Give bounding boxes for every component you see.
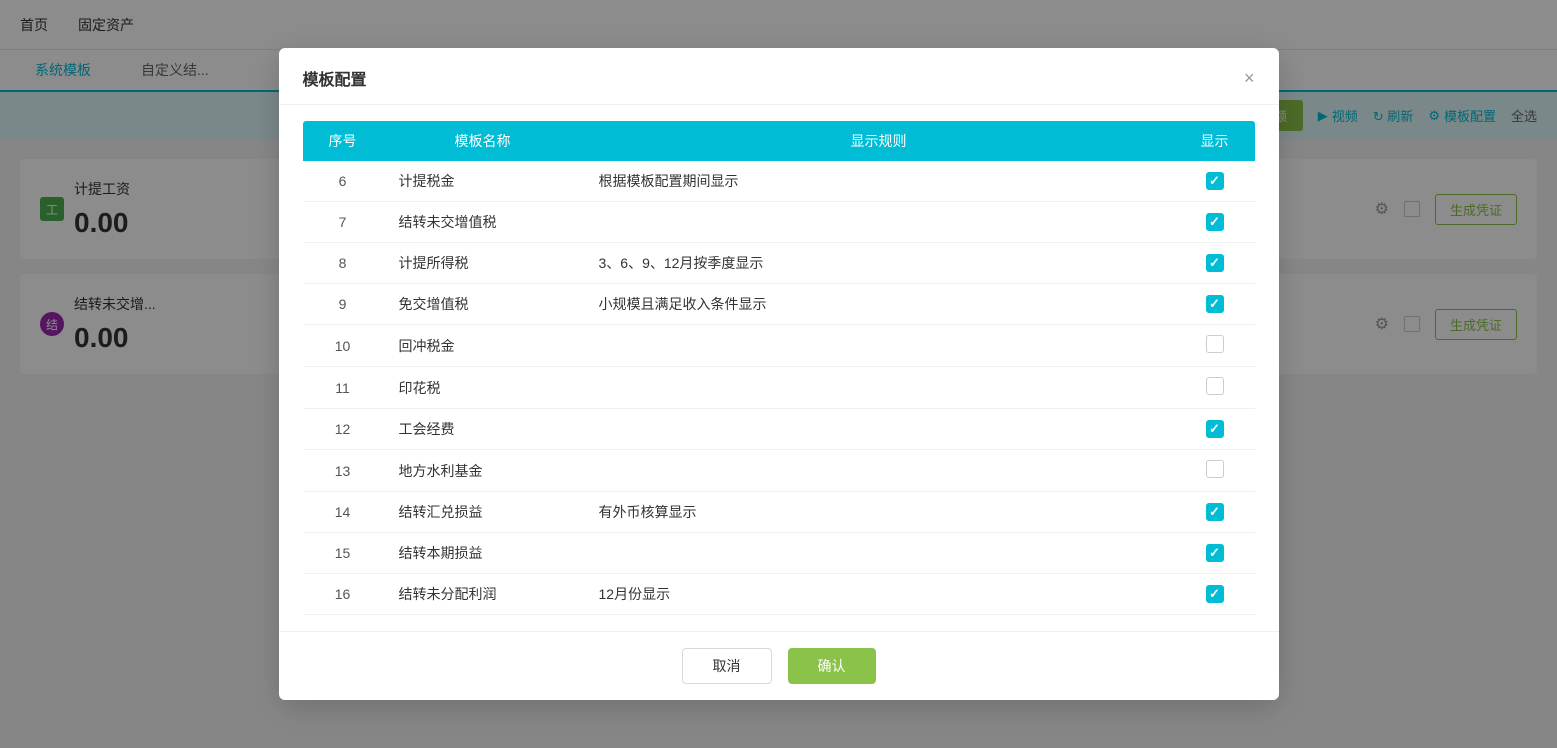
cell-index: 6 — [303, 161, 383, 202]
modal-title: 模板配置 — [303, 66, 367, 90]
checkbox-unchecked[interactable] — [1206, 377, 1224, 395]
checkbox-checked[interactable] — [1206, 544, 1224, 562]
cell-name: 工会经费 — [383, 409, 583, 450]
cell-index: 13 — [303, 450, 383, 492]
table-row: 10回冲税金 — [303, 325, 1255, 367]
cell-name: 地方水利基金 — [383, 450, 583, 492]
cell-index: 11 — [303, 367, 383, 409]
confirm-button[interactable]: 确认 — [788, 648, 876, 684]
modal-close-button[interactable]: × — [1244, 69, 1255, 87]
cell-name: 免交增值税 — [383, 284, 583, 325]
cell-rule — [583, 409, 1175, 450]
cell-rule — [583, 202, 1175, 243]
checkbox-checked[interactable] — [1206, 420, 1224, 438]
table-row: 12工会经费 — [303, 409, 1255, 450]
checkbox-checked[interactable] — [1206, 295, 1224, 313]
col-header-display: 显示 — [1175, 121, 1255, 161]
cell-checkbox[interactable] — [1175, 450, 1255, 492]
cell-rule — [583, 367, 1175, 409]
cell-index: 8 — [303, 243, 383, 284]
cell-checkbox[interactable] — [1175, 574, 1255, 615]
table-row: 14结转汇兑损益有外币核算显示 — [303, 492, 1255, 533]
table-row: 13地方水利基金 — [303, 450, 1255, 492]
cell-name: 计提税金 — [383, 161, 583, 202]
cell-name: 回冲税金 — [383, 325, 583, 367]
cell-checkbox[interactable] — [1175, 367, 1255, 409]
cell-checkbox[interactable] — [1175, 243, 1255, 284]
cell-index: 14 — [303, 492, 383, 533]
table-header: 序号 模板名称 显示规则 显示 — [303, 121, 1255, 161]
cell-name: 结转本期损益 — [383, 533, 583, 574]
cell-rule — [583, 325, 1175, 367]
cell-rule: 12月份显示 — [583, 574, 1175, 615]
modal-header: 模板配置 × — [279, 48, 1279, 105]
table-row: 11印花税 — [303, 367, 1255, 409]
modal-footer: 取消 确认 — [279, 631, 1279, 700]
cell-rule: 小规模且满足收入条件显示 — [583, 284, 1175, 325]
cell-checkbox[interactable] — [1175, 533, 1255, 574]
table-row: 16结转未分配利润12月份显示 — [303, 574, 1255, 615]
table-row: 6计提税金根据模板配置期间显示 — [303, 161, 1255, 202]
table-row: 7结转未交增值税 — [303, 202, 1255, 243]
checkbox-checked[interactable] — [1206, 585, 1224, 603]
cell-rule: 3、6、9、12月按季度显示 — [583, 243, 1175, 284]
cell-name: 结转未交增值税 — [383, 202, 583, 243]
cancel-button[interactable]: 取消 — [682, 648, 772, 684]
checkbox-checked[interactable] — [1206, 213, 1224, 231]
cell-checkbox[interactable] — [1175, 161, 1255, 202]
cell-name: 计提所得税 — [383, 243, 583, 284]
modal-body: 序号 模板名称 显示规则 显示 6计提税金根据模板配置期间显示7结转未交增值税8… — [279, 105, 1279, 631]
table-row: 9免交增值税小规模且满足收入条件显示 — [303, 284, 1255, 325]
cell-index: 12 — [303, 409, 383, 450]
cell-name: 结转汇兑损益 — [383, 492, 583, 533]
checkbox-checked[interactable] — [1206, 503, 1224, 521]
cell-name: 印花税 — [383, 367, 583, 409]
col-header-index: 序号 — [303, 121, 383, 161]
checkbox-unchecked[interactable] — [1206, 460, 1224, 478]
checkbox-checked[interactable] — [1206, 254, 1224, 272]
cell-rule: 有外币核算显示 — [583, 492, 1175, 533]
cell-rule — [583, 533, 1175, 574]
cell-index: 15 — [303, 533, 383, 574]
modal-overlay: 模板配置 × 序号 模板名称 显示规则 显示 6计提税金根据模板配置期间显示7结… — [0, 0, 1557, 748]
cell-checkbox[interactable] — [1175, 492, 1255, 533]
cell-checkbox[interactable] — [1175, 202, 1255, 243]
cell-name: 结转未分配利润 — [383, 574, 583, 615]
cell-index: 9 — [303, 284, 383, 325]
cell-index: 10 — [303, 325, 383, 367]
table-row: 8计提所得税3、6、9、12月按季度显示 — [303, 243, 1255, 284]
checkbox-checked[interactable] — [1206, 172, 1224, 190]
cell-rule — [583, 450, 1175, 492]
table-row: 15结转本期损益 — [303, 533, 1255, 574]
col-header-rule: 显示规则 — [583, 121, 1175, 161]
cell-checkbox[interactable] — [1175, 284, 1255, 325]
table-header-row: 序号 模板名称 显示规则 显示 — [303, 121, 1255, 161]
table-body: 6计提税金根据模板配置期间显示7结转未交增值税8计提所得税3、6、9、12月按季… — [303, 161, 1255, 615]
cell-checkbox[interactable] — [1175, 325, 1255, 367]
cell-index: 7 — [303, 202, 383, 243]
cell-checkbox[interactable] — [1175, 409, 1255, 450]
col-header-name: 模板名称 — [383, 121, 583, 161]
config-table: 序号 模板名称 显示规则 显示 6计提税金根据模板配置期间显示7结转未交增值税8… — [303, 121, 1255, 615]
cell-index: 16 — [303, 574, 383, 615]
checkbox-unchecked[interactable] — [1206, 335, 1224, 353]
modal-template-config: 模板配置 × 序号 模板名称 显示规则 显示 6计提税金根据模板配置期间显示7结… — [279, 48, 1279, 700]
cell-rule: 根据模板配置期间显示 — [583, 161, 1175, 202]
